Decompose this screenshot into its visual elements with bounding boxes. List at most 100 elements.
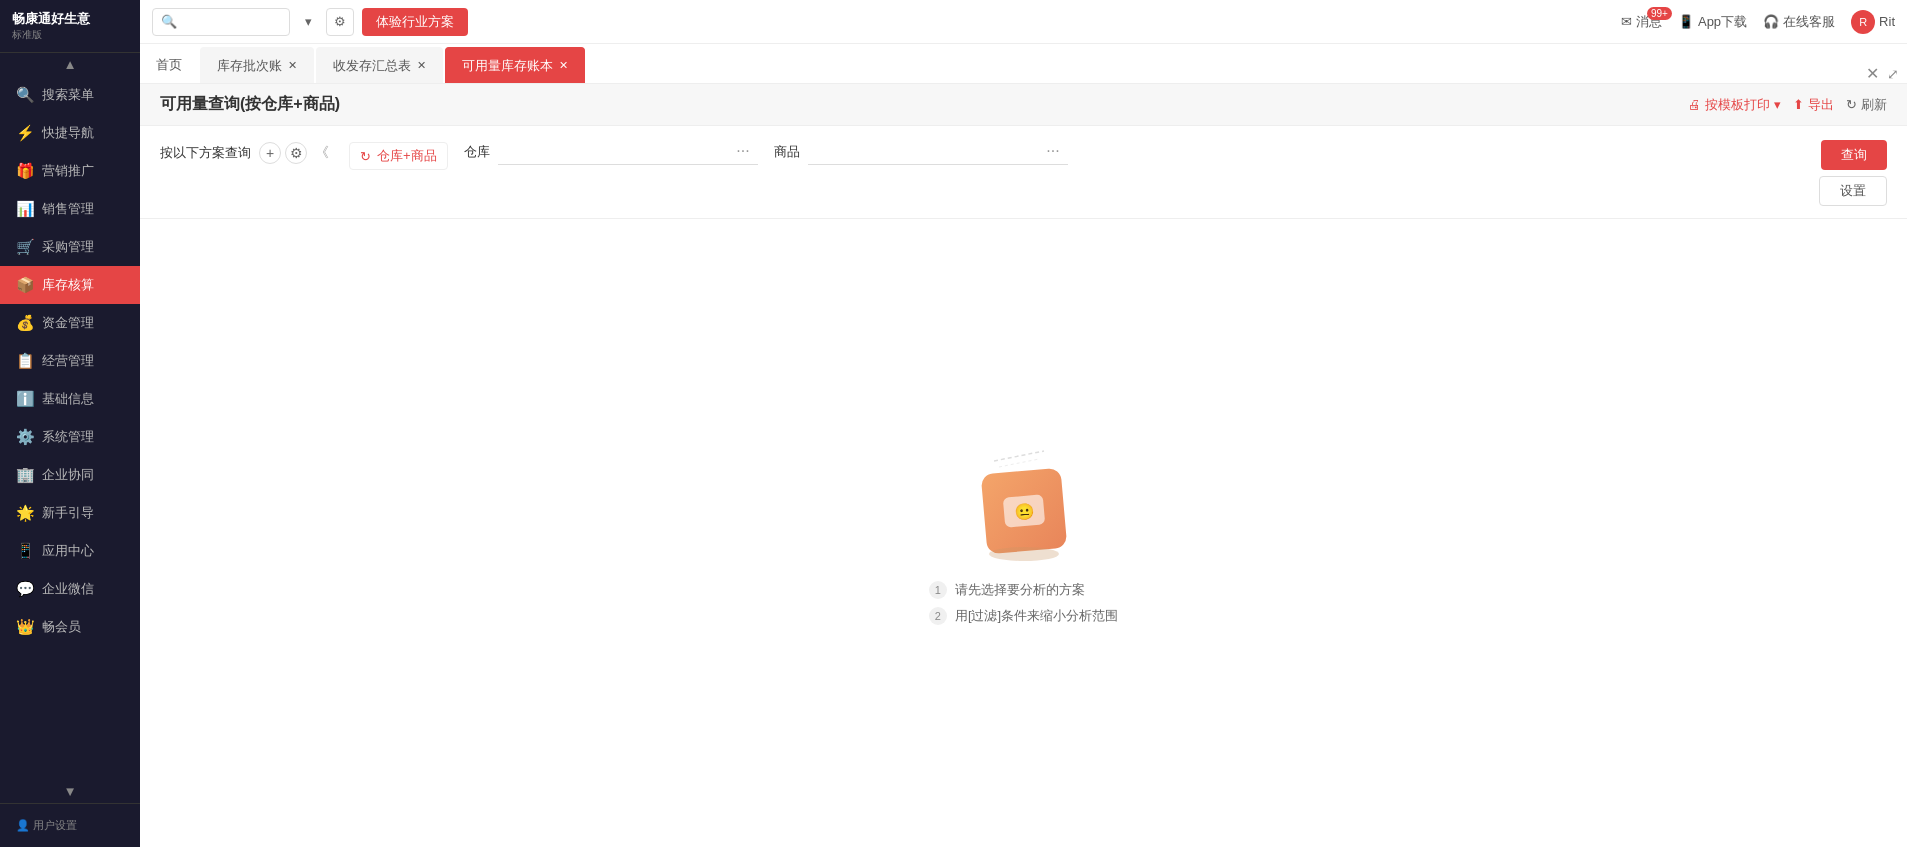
search-input[interactable] — [181, 15, 281, 29]
tab-home-label: 首页 — [156, 56, 182, 74]
operations-icon: 📋 — [16, 352, 34, 370]
topbar-right: ✉ 消息 99+ 📱 App下载 🎧 在线客服 R Rit — [1621, 10, 1895, 34]
page-title: 可用量查询(按仓库+商品) — [160, 94, 340, 115]
empty-illustration: 😐 — [964, 441, 1084, 561]
print-dropdown-icon: ▾ — [1774, 97, 1781, 112]
sidebar-bottom: 👤 用户设置 — [0, 803, 140, 847]
sidebar-item-search[interactable]: 🔍搜索菜单 — [0, 76, 140, 114]
tab-inventory-summary-close[interactable]: ✕ — [417, 59, 426, 72]
goods-input[interactable]: ··· — [808, 138, 1068, 165]
sidebar-item-enterprise[interactable]: 🏢企业协同 — [0, 456, 140, 494]
sidebar-item-quick-nav[interactable]: ⚡快捷导航 — [0, 114, 140, 152]
tab-batch-ledger[interactable]: 库存批次账 ✕ — [200, 47, 314, 83]
goods-dots[interactable]: ··· — [1046, 142, 1059, 160]
sidebar-item-sales[interactable]: 📊销售管理 — [0, 190, 140, 228]
scheme-refresh-icon: ↻ — [360, 149, 371, 164]
sidebar-scroll-down[interactable]: ▼ — [0, 780, 140, 803]
search-icon: 🔍 — [161, 14, 177, 29]
message-btn[interactable]: ✉ 消息 99+ — [1621, 13, 1662, 31]
user-menu-btn[interactable]: R Rit — [1851, 10, 1895, 34]
filter-field-goods: 商品 ··· — [774, 138, 1068, 165]
inventory-icon: 📦 — [16, 276, 34, 294]
add-scheme-btn[interactable]: + — [259, 142, 281, 164]
empty-tips: 1 请先选择要分析的方案 2 用[过滤]条件来缩小分析范围 — [929, 581, 1118, 625]
gear-icon[interactable]: ⚙ — [326, 8, 354, 36]
tab-inventory-summary-label: 收发存汇总表 — [333, 57, 411, 75]
sales-icon: 📊 — [16, 200, 34, 218]
search-icon: 🔍 — [16, 86, 34, 104]
tabs-right-actions: ✕ ⤢ — [1866, 64, 1907, 83]
settings-scheme-btn[interactable]: ⚙ — [285, 142, 307, 164]
export-btn[interactable]: ⬆ 导出 — [1793, 96, 1834, 114]
filter-fields: 仓库 ··· 商品 ··· — [464, 138, 1803, 165]
sidebar-item-basic-info[interactable]: ℹ️基础信息 — [0, 380, 140, 418]
tab-home[interactable]: 首页 — [140, 47, 198, 83]
tab-available-ledger-label: 可用量库存账本 — [462, 57, 553, 75]
dropdown-icon[interactable]: ▾ — [298, 12, 318, 32]
sidebar-item-wechat[interactable]: 💬企业微信 — [0, 570, 140, 608]
sidebar-item-operations[interactable]: 📋经营管理 — [0, 342, 140, 380]
sidebar-item-marketing[interactable]: 🎁营销推广 — [0, 152, 140, 190]
sidebar-item-system[interactable]: ⚙️系统管理 — [0, 418, 140, 456]
empty-tip-1: 1 请先选择要分析的方案 — [929, 581, 1118, 599]
purchase-icon: 🛒 — [16, 238, 34, 256]
illustration-shadow — [989, 547, 1059, 561]
tab-available-ledger[interactable]: 可用量库存账本 ✕ — [445, 47, 585, 83]
export-icon: ⬆ — [1793, 97, 1804, 112]
warehouse-label: 仓库 — [464, 143, 490, 161]
illustration-face: 😐 — [1002, 494, 1044, 527]
goods-label: 商品 — [774, 143, 800, 161]
user-avatar: R — [1851, 10, 1875, 34]
sidebar-item-finance[interactable]: 💰资金管理 — [0, 304, 140, 342]
query-scheme: 按以下方案查询 + ⚙ 《 — [160, 138, 333, 164]
scheme-item-warehouse-goods[interactable]: ↻ 仓库+商品 — [349, 142, 448, 170]
print-icon: 🖨 — [1688, 97, 1701, 112]
print-btn[interactable]: 🖨 按模板打印 ▾ — [1688, 96, 1781, 114]
message-badge: 99+ — [1647, 7, 1672, 20]
sidebar-item-inventory[interactable]: 📦库存核算 — [0, 266, 140, 304]
tabs-bar: 首页 库存批次账 ✕ 收发存汇总表 ✕ 可用量库存账本 ✕ ✕ ⤢ — [140, 44, 1907, 84]
topbar: 🔍 ▾ ⚙ 体验行业方案 ✉ 消息 99+ 📱 App下载 🎧 在线客服 R R… — [140, 0, 1907, 44]
main-area: 🔍 ▾ ⚙ 体验行业方案 ✉ 消息 99+ 📱 App下载 🎧 在线客服 R R… — [140, 0, 1907, 847]
sidebar-item-user[interactable]: 👤 用户设置 — [0, 812, 140, 839]
industry-btn[interactable]: 体验行业方案 — [362, 8, 468, 36]
tab-batch-ledger-label: 库存批次账 — [217, 57, 282, 75]
tab-available-ledger-close[interactable]: ✕ — [559, 59, 568, 72]
wechat-icon: 💬 — [16, 580, 34, 598]
scheme-label: 按以下方案查询 — [160, 138, 251, 162]
query-area: 按以下方案查询 + ⚙ 《 ↻ 仓库+商品 仓库 ··· — [140, 126, 1907, 219]
sidebar-item-guide[interactable]: 🌟新手引导 — [0, 494, 140, 532]
topbar-search-box[interactable]: 🔍 — [152, 8, 290, 36]
tab-batch-ledger-close[interactable]: ✕ — [288, 59, 297, 72]
guide-icon: 🌟 — [16, 504, 34, 522]
sidebar-item-member[interactable]: 👑畅会员 — [0, 608, 140, 646]
settings-btn[interactable]: 设置 — [1819, 176, 1887, 206]
service-icon: 🎧 — [1763, 14, 1779, 29]
sidebar-scroll-up[interactable]: ▲ — [0, 53, 140, 76]
finance-icon: 💰 — [16, 314, 34, 332]
warehouse-dots[interactable]: ··· — [736, 142, 749, 160]
collapse-icon[interactable]: 《 — [311, 142, 333, 164]
refresh-btn[interactable]: ↻ 刷新 — [1846, 96, 1887, 114]
scheme-list: ↻ 仓库+商品 — [349, 138, 448, 170]
sidebar: 畅康通好生意 标准版 ▲ 🔍搜索菜单⚡快捷导航🎁营销推广📊销售管理🛒采购管理📦库… — [0, 0, 140, 847]
query-btn[interactable]: 查询 — [1821, 140, 1887, 170]
warehouse-input[interactable]: ··· — [498, 138, 758, 165]
illustration-lines — [994, 441, 1054, 471]
app-download-btn[interactable]: 📱 App下载 — [1678, 13, 1747, 31]
tab-inventory-summary[interactable]: 收发存汇总表 ✕ — [316, 47, 443, 83]
sidebar-item-app-center[interactable]: 📱应用中心 — [0, 532, 140, 570]
empty-state: 😐 1 请先选择要分析的方案 2 用[过滤]条件来缩小分析范围 — [140, 219, 1907, 847]
header-actions: 🖨 按模板打印 ▾ ⬆ 导出 ↻ 刷新 — [1688, 96, 1887, 114]
system-icon: ⚙️ — [16, 428, 34, 446]
brand-title: 畅康通好生意 — [12, 10, 128, 28]
refresh-icon: ↻ — [1846, 97, 1857, 112]
sidebar-item-purchase[interactable]: 🛒采购管理 — [0, 228, 140, 266]
sidebar-nav: 🔍搜索菜单⚡快捷导航🎁营销推广📊销售管理🛒采购管理📦库存核算💰资金管理📋经营管理… — [0, 76, 140, 780]
app-icon: 📱 — [1678, 14, 1694, 29]
online-service-btn[interactable]: 🎧 在线客服 — [1763, 13, 1835, 31]
member-icon: 👑 — [16, 618, 34, 636]
enterprise-icon: 🏢 — [16, 466, 34, 484]
tab-close-all-btn[interactable]: ✕ — [1866, 64, 1879, 83]
tab-expand-btn[interactable]: ⤢ — [1887, 66, 1899, 82]
